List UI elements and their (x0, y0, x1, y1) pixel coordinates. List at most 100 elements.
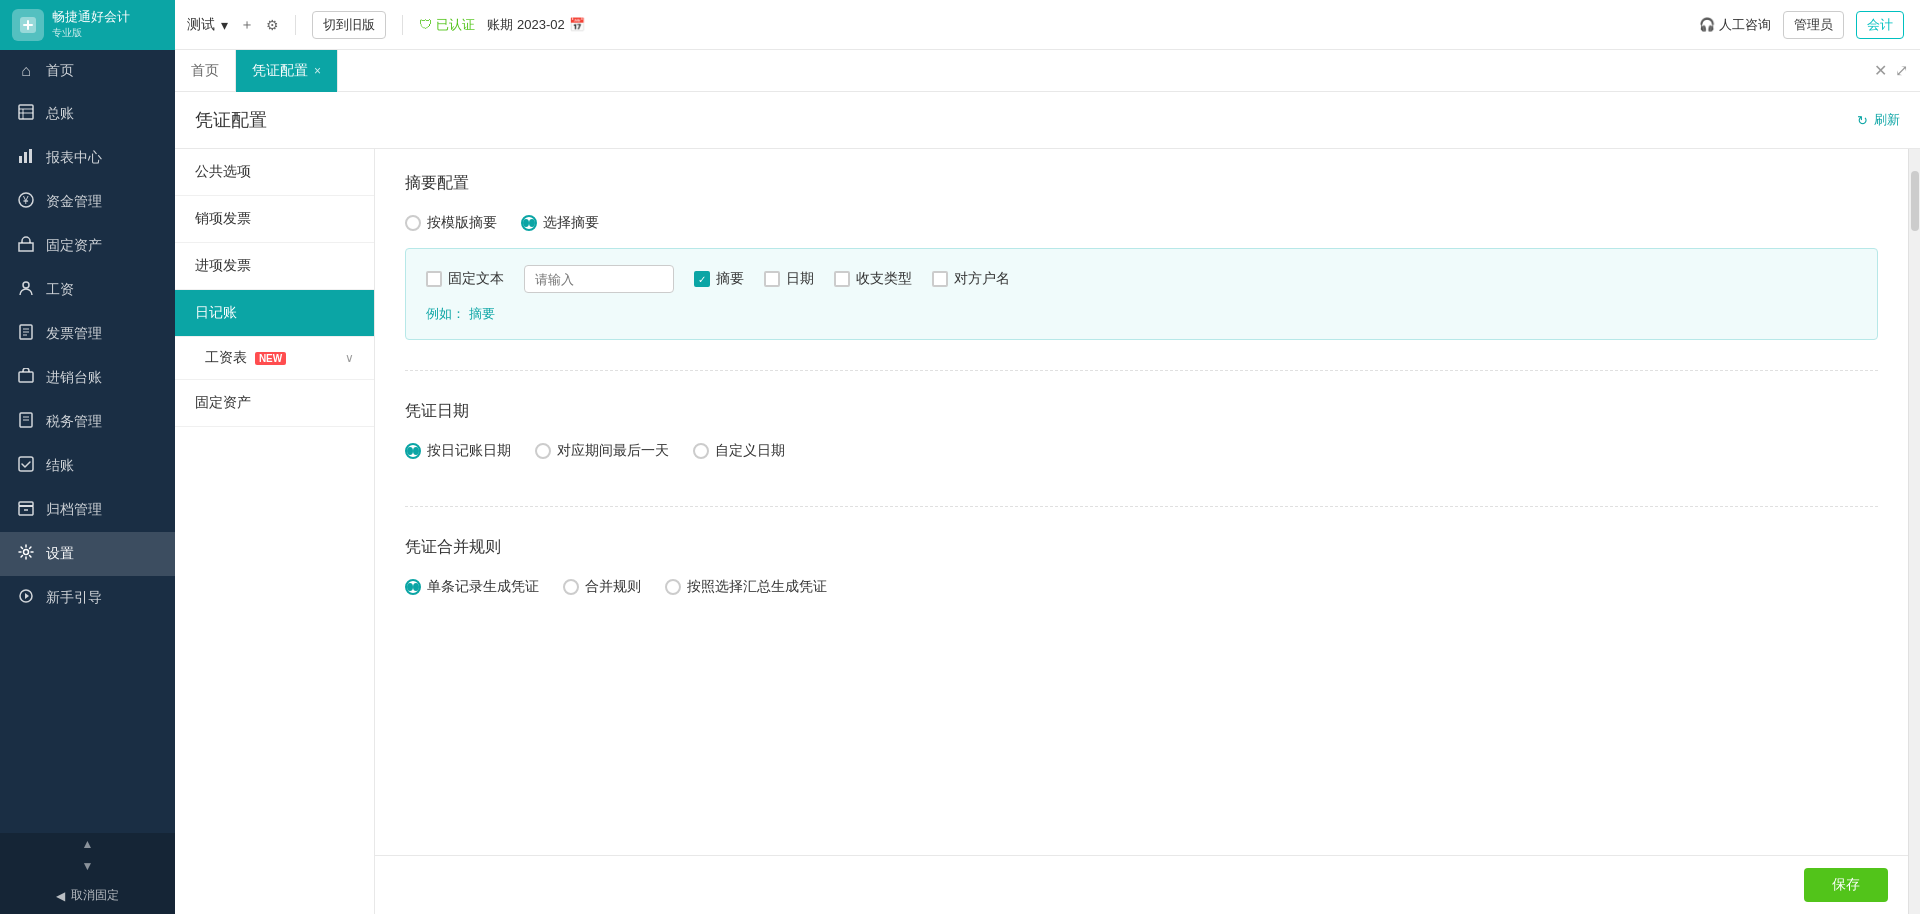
tab-voucher-config[interactable]: 凭证配置 × (236, 50, 338, 92)
merge-rule-title: 凭证合并规则 (405, 537, 1878, 558)
wage-icon (16, 280, 36, 300)
radio-last-day[interactable]: 对应期间最后一天 (535, 442, 669, 460)
left-nav-purchase[interactable]: 进项发票 (175, 243, 374, 290)
sidebar-item-home[interactable]: ⌂ 首页 (0, 50, 175, 92)
sidebar-item-trade[interactable]: 进销台账 (0, 356, 175, 400)
sidebar-scroll-down[interactable]: ▼ (0, 855, 175, 877)
merge-rule-radio-group: 单条记录生成凭证 合并规则 按照选择汇总生成凭证 (405, 578, 1878, 596)
summary-section-title: 摘要配置 (405, 173, 1878, 194)
switch-old-btn[interactable]: 切到旧版 (312, 11, 386, 39)
save-button[interactable]: 保存 (1804, 868, 1888, 902)
left-nav-journal[interactable]: 日记账 (175, 290, 374, 337)
topbar-settings-icon[interactable]: ⚙ (266, 17, 279, 33)
tab-close-icon[interactable]: × (314, 64, 321, 78)
sidebar-item-label: 首页 (46, 62, 74, 80)
svg-rect-7 (29, 149, 32, 163)
sidebar-item-label: 税务管理 (46, 413, 102, 431)
radio-select[interactable]: 选择摘要 (521, 214, 599, 232)
close-window-btn[interactable]: ✕ (1874, 61, 1887, 80)
refresh-icon: ↻ (1857, 113, 1868, 128)
checkbox-counterpart[interactable]: 对方户名 (932, 270, 1010, 288)
sidebar-item-invoice[interactable]: 发票管理 (0, 312, 175, 356)
sidebar-item-tax[interactable]: 税务管理 (0, 400, 175, 444)
main-layout: ⌂ 首页 总账 报表中心 ¥ 资金管理 (0, 50, 1920, 914)
tax-icon (16, 412, 36, 432)
sidebar-item-settings[interactable]: 设置 (0, 532, 175, 576)
sidebar-item-report[interactable]: 报表中心 (0, 136, 175, 180)
right-scrollbar[interactable] (1908, 149, 1920, 914)
svg-point-24 (24, 550, 29, 555)
radio-summary-generate[interactable]: 按照选择汇总生成凭证 (665, 578, 827, 596)
checkbox-summary-box: ✓ (694, 271, 710, 287)
radio-template[interactable]: 按模版摘要 (405, 214, 497, 232)
sidebar-item-ledger[interactable]: 总账 (0, 92, 175, 136)
radio-by-journal[interactable]: 按日记账日期 (405, 442, 511, 460)
left-nav-wagelist[interactable]: 工资表 NEW ∨ (175, 337, 374, 380)
radio-merge[interactable]: 合并规则 (563, 578, 641, 596)
left-nav-fixed-asset[interactable]: 固定资产 (175, 380, 374, 427)
trade-icon (16, 368, 36, 388)
content-area: 首页 凭证配置 × ✕ ⤢ 凭证配置 ↻ 刷新 公共选项 (175, 50, 1920, 914)
consult-btn[interactable]: 🎧 人工咨询 (1699, 16, 1771, 34)
sidebar-item-label: 总账 (46, 105, 74, 123)
admin-btn[interactable]: 管理员 (1783, 11, 1844, 39)
checkbox-date-box (764, 271, 780, 287)
left-nav-sales[interactable]: 销项发票 (175, 196, 374, 243)
summary-checkbox-row: 固定文本 ✓ 摘要 日期 (426, 265, 1857, 293)
sidebar-scroll-up[interactable]: ▲ (0, 833, 175, 855)
summary-radio-group: 按模版摘要 选择摘要 (405, 214, 1878, 232)
radio-summary-generate-label: 按照选择汇总生成凭证 (687, 578, 827, 596)
expand-window-btn[interactable]: ⤢ (1895, 61, 1908, 80)
summary-config-box: 固定文本 ✓ 摘要 日期 (405, 248, 1878, 340)
radio-merge-label: 合并规则 (585, 578, 641, 596)
radio-last-day-label: 对应期间最后一天 (557, 442, 669, 460)
invoice-icon (16, 324, 36, 344)
svg-rect-1 (19, 105, 33, 119)
project-selector[interactable]: 测试 ▾ (187, 16, 228, 34)
checkbox-fixed-text[interactable]: 固定文本 (426, 270, 504, 288)
chevron-down-icon: ▾ (221, 17, 228, 33)
tab-home[interactable]: 首页 (175, 50, 236, 92)
guide-icon (16, 588, 36, 608)
merge-rule-section: 凭证合并规则 单条记录生成凭证 合并规则 (405, 537, 1878, 642)
period-info: 账期 2023-02 📅 (487, 16, 585, 34)
radio-custom-date[interactable]: 自定义日期 (693, 442, 785, 460)
sidebar-item-label: 结账 (46, 457, 74, 475)
sidebar-item-archive[interactable]: 归档管理 (0, 488, 175, 532)
radio-summary-generate-circle (665, 579, 681, 595)
refresh-btn[interactable]: ↻ 刷新 (1857, 111, 1900, 145)
radio-single[interactable]: 单条记录生成凭证 (405, 578, 539, 596)
left-nav-public[interactable]: 公共选项 (175, 149, 374, 196)
chevron-down-icon: ∨ (345, 351, 354, 365)
checkbox-income-type-label: 收支类型 (856, 270, 912, 288)
checkbox-summary[interactable]: ✓ 摘要 (694, 270, 744, 288)
sidebar-item-label: 报表中心 (46, 149, 102, 167)
app-logo-text: 畅捷通好会计 专业版 (52, 9, 130, 40)
archive-icon (16, 500, 36, 520)
left-nav: 公共选项 销项发票 进项发票 日记账 工资表 NEW ∨ (175, 149, 375, 914)
svg-rect-6 (24, 152, 27, 163)
sidebar-item-settle[interactable]: 结账 (0, 444, 175, 488)
svg-point-11 (23, 282, 29, 288)
calendar-icon[interactable]: 📅 (569, 17, 585, 32)
certified-status: 🛡 已认证 (419, 16, 475, 34)
role-btn[interactable]: 会计 (1856, 11, 1904, 39)
sidebar-item-label: 发票管理 (46, 325, 102, 343)
topbar: 畅捷通好会计 专业版 测试 ▾ ＋ ⚙ 切到旧版 🛡 已认证 账期 2023-0… (0, 0, 1920, 50)
checkbox-date[interactable]: 日期 (764, 270, 814, 288)
fixed-text-input[interactable] (524, 265, 674, 293)
sidebar-item-fund[interactable]: ¥ 资金管理 (0, 180, 175, 224)
settle-icon (16, 456, 36, 476)
checkbox-income-type[interactable]: 收支类型 (834, 270, 912, 288)
sidebar-item-guide[interactable]: 新手引导 (0, 576, 175, 620)
sidebar-item-wage[interactable]: 工资 (0, 268, 175, 312)
svg-rect-16 (19, 372, 33, 382)
tabs-bar: 首页 凭证配置 × ✕ ⤢ (175, 50, 1920, 92)
sidebar-item-asset[interactable]: 固定资产 (0, 224, 175, 268)
svg-rect-22 (19, 502, 33, 506)
topbar-add-icon[interactable]: ＋ (240, 16, 254, 34)
sidebar: ⌂ 首页 总账 报表中心 ¥ 资金管理 (0, 50, 175, 914)
settings-wrapper: 摘要配置 按模版摘要 选择摘要 (375, 149, 1908, 914)
sidebar-item-label: 归档管理 (46, 501, 102, 519)
cancel-fixed-btn[interactable]: ◀ 取消固定 (0, 877, 175, 914)
